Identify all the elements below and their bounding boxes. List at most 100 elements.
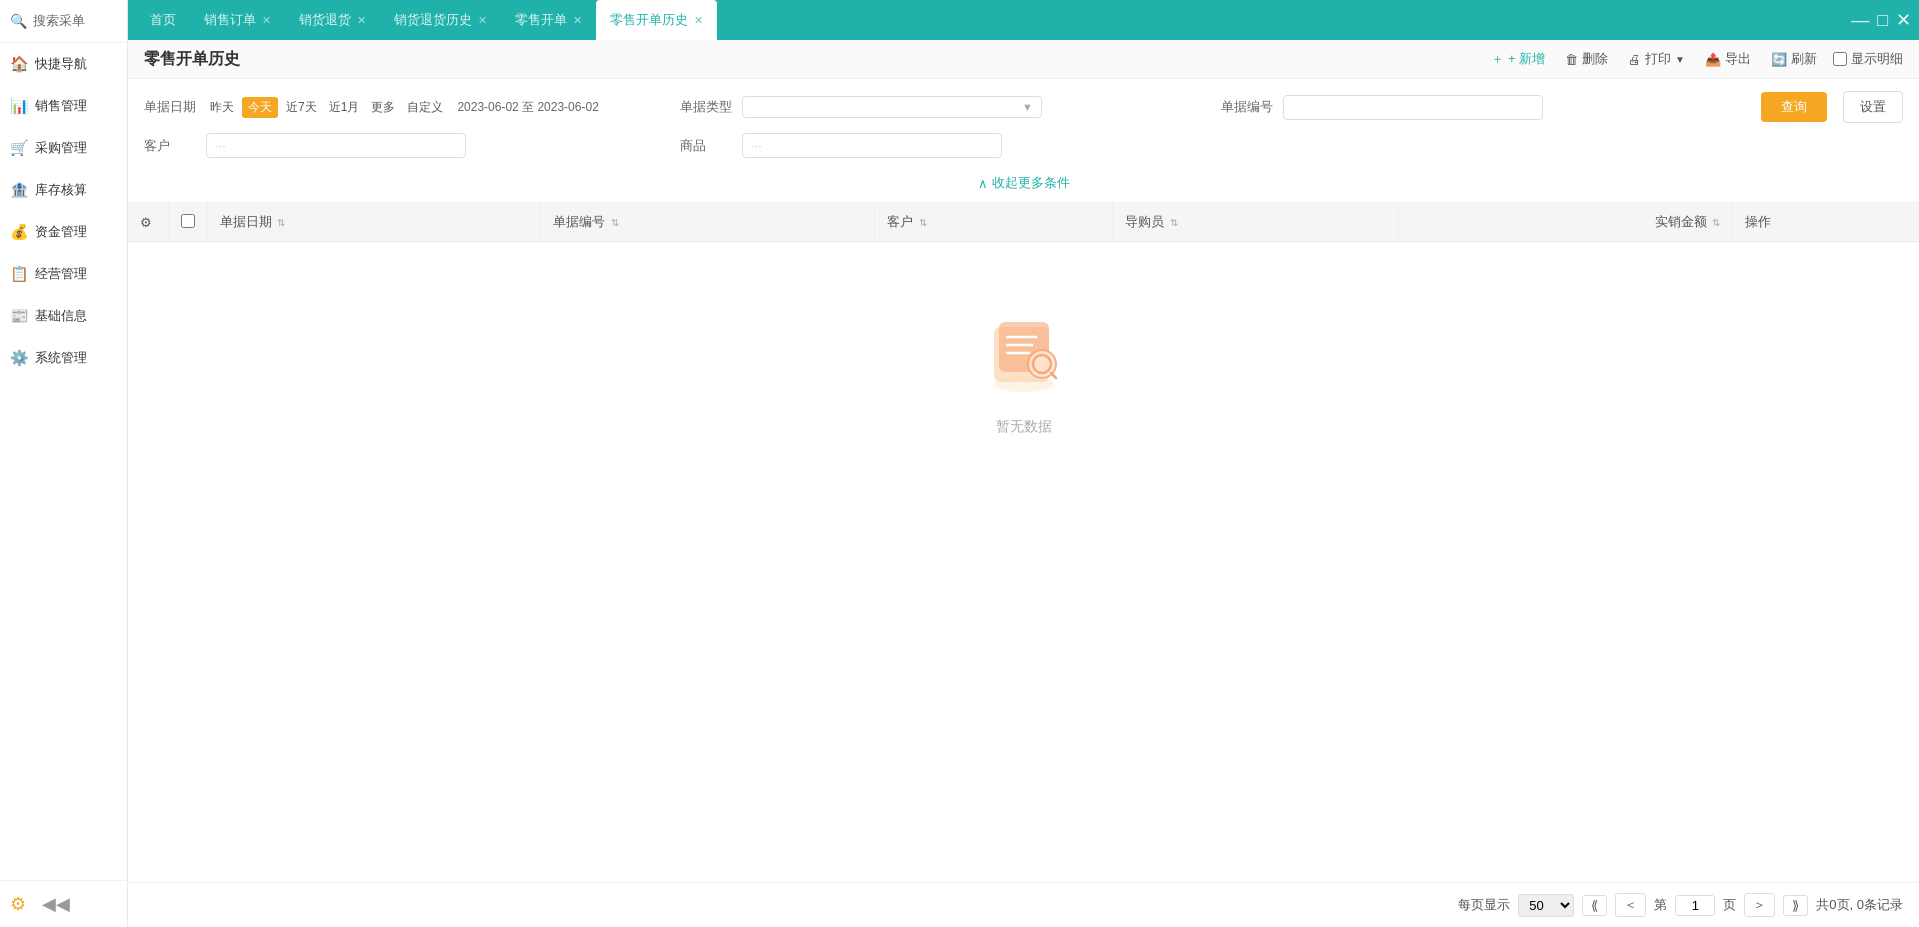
sort-icon: ⇅ [1712, 217, 1720, 228]
chart-icon: 📊 [10, 97, 29, 115]
prev-page-button[interactable]: ＜ [1615, 893, 1646, 917]
page-number-input[interactable] [1675, 895, 1715, 916]
filter-row-2: 客户 ··· 商品 ··· [144, 133, 1903, 158]
th-guide[interactable]: 导购员 ⇅ [1113, 203, 1399, 242]
filter-area: 单据日期 昨天 今天 近7天 近1月 更多 自定义 2023-06-02 至 2… [128, 79, 1919, 203]
first-page-button[interactable]: ⟪ [1582, 895, 1607, 916]
sidebar-bottom: ⚙ ◀◀ [0, 880, 127, 927]
tab-retail-open-history-label: 零售开单历史 [610, 11, 688, 29]
minimize-button[interactable]: — [1851, 10, 1869, 31]
bill-no-input[interactable] [1283, 95, 1543, 120]
next-page-button[interactable]: ＞ [1744, 893, 1775, 917]
close-icon[interactable]: ✕ [357, 14, 366, 27]
sidebar-item-label: 销售管理 [35, 97, 87, 115]
sidebar-item-label: 系统管理 [35, 349, 87, 367]
sidebar-item-label: 资金管理 [35, 223, 87, 241]
tab-sales-return-label: 销货退货 [299, 11, 351, 29]
customer-input[interactable]: ··· [206, 133, 466, 158]
date-opt-7days[interactable]: 近7天 [282, 97, 321, 118]
add-button[interactable]: ＋ + 新增 [1487, 48, 1549, 70]
th-bill-date[interactable]: 单据日期 ⇅ [207, 203, 541, 242]
th-action-label: 操作 [1745, 214, 1771, 229]
content-area: 零售开单历史 ＋ + 新增 🗑 删除 🖨 打印 ▼ 📤 导出 [128, 40, 1919, 927]
collapse-sidebar-button[interactable]: ◀◀ [42, 893, 70, 915]
collapse-filter-button[interactable]: ∧ 收起更多条件 [144, 168, 1903, 202]
display-detail-checkbox[interactable] [1833, 52, 1847, 66]
data-table: ⚙ 单据日期 ⇅ 单据编号 ⇅ [128, 203, 1919, 242]
bill-type-filter-group: 单据类型 ▼ [680, 96, 1205, 118]
export-label: 导出 [1725, 50, 1751, 68]
close-icon[interactable]: ✕ [262, 14, 271, 27]
tab-sales-return-history[interactable]: 销货退货历史 ✕ [380, 0, 501, 40]
search-icon: 🔍 [10, 13, 27, 29]
th-action: 操作 [1733, 203, 1919, 242]
th-bill-no[interactable]: 单据编号 ⇅ [541, 203, 875, 242]
bill-type-select[interactable]: ▼ [742, 96, 1042, 118]
select-all-checkbox[interactable] [181, 214, 195, 228]
goods-input[interactable]: ··· [742, 133, 1002, 158]
last-page-button[interactable]: ⟫ [1783, 895, 1808, 916]
per-page-label: 每页显示 [1458, 896, 1510, 914]
sidebar-item-purchase-mgmt[interactable]: 🛒 采购管理 [0, 127, 127, 169]
add-icon: ＋ [1491, 50, 1504, 68]
query-button[interactable]: 查询 [1761, 92, 1827, 122]
tab-sales-return[interactable]: 销货退货 ✕ [285, 0, 380, 40]
date-opt-1month[interactable]: 近1月 [325, 97, 364, 118]
th-amount-label: 实销金额 [1655, 214, 1707, 229]
empty-illustration [974, 302, 1074, 402]
date-filter-label: 单据日期 [144, 98, 200, 116]
close-icon[interactable]: ✕ [694, 14, 703, 27]
close-window-button[interactable]: ✕ [1896, 9, 1911, 31]
tab-retail-open-history[interactable]: 零售开单历史 ✕ [596, 0, 717, 40]
set-button[interactable]: 设置 [1843, 91, 1903, 123]
refresh-label: 刷新 [1791, 50, 1817, 68]
delete-button[interactable]: 🗑 删除 [1561, 48, 1612, 70]
date-opt-yesterday[interactable]: 昨天 [206, 97, 238, 118]
date-opt-custom[interactable]: 自定义 [403, 97, 447, 118]
svg-line-8 [1051, 373, 1056, 378]
gear-icon: ⚙️ [10, 349, 29, 367]
page-label-prefix: 第 [1654, 896, 1667, 914]
sidebar-item-operations[interactable]: 📋 经营管理 [0, 253, 127, 295]
print-label: 打印 [1645, 50, 1671, 68]
th-amount[interactable]: 实销金额 ⇅ [1399, 203, 1733, 242]
customer-filter-group: 客户 ··· [144, 133, 664, 158]
sidebar-item-quick-nav[interactable]: 🏠 快捷导航 [0, 43, 127, 85]
tab-home[interactable]: 首页 [136, 0, 190, 40]
sidebar-item-sales-mgmt[interactable]: 📊 销售管理 [0, 85, 127, 127]
goods-filter-group: 商品 ··· [680, 133, 1284, 158]
settings-button[interactable]: ⚙ [10, 893, 26, 915]
sidebar-item-sys-mgmt[interactable]: ⚙️ 系统管理 [0, 337, 127, 379]
th-customer[interactable]: 客户 ⇅ [875, 203, 1113, 242]
sidebar-item-inventory[interactable]: 🏦 库存核算 [0, 169, 127, 211]
toolbar-actions: ＋ + 新增 🗑 删除 🖨 打印 ▼ 📤 导出 🔄 [1487, 48, 1903, 70]
close-icon[interactable]: ✕ [478, 14, 487, 27]
date-opt-more[interactable]: 更多 [367, 97, 399, 118]
th-settings[interactable]: ⚙ [128, 203, 168, 242]
export-icon: 📤 [1705, 52, 1721, 67]
refresh-button[interactable]: 🔄 刷新 [1767, 48, 1821, 70]
display-detail-toggle[interactable]: 显示明细 [1833, 50, 1903, 68]
tab-sales-order[interactable]: 销售订单 ✕ [190, 0, 285, 40]
export-button[interactable]: 📤 导出 [1701, 48, 1755, 70]
per-page-select[interactable]: 50 10 20 100 [1518, 894, 1574, 917]
tab-retail-open[interactable]: 零售开单 ✕ [501, 0, 596, 40]
sidebar: 🔍 搜索采单 🏠 快捷导航 📊 销售管理 🛒 采购管理 🏦 库存核算 💰 资金管… [0, 0, 128, 927]
sort-icon: ⇅ [611, 217, 619, 228]
maximize-button[interactable]: □ [1877, 10, 1888, 31]
settings-icon[interactable]: ⚙ [140, 215, 152, 230]
sidebar-item-basic-info[interactable]: 📰 基础信息 [0, 295, 127, 337]
sidebar-search[interactable]: 🔍 搜索采单 [0, 0, 127, 43]
print-button[interactable]: 🖨 打印 ▼ [1624, 48, 1689, 70]
date-opt-today[interactable]: 今天 [242, 97, 278, 118]
sort-icon: ⇅ [277, 217, 285, 228]
close-icon[interactable]: ✕ [573, 14, 582, 27]
th-checkbox[interactable] [168, 203, 207, 242]
th-guide-label: 导购员 [1125, 214, 1164, 229]
customer-dots: ··· [215, 138, 226, 153]
tab-bar: 首页 销售订单 ✕ 销货退货 ✕ 销货退货历史 ✕ 零售开单 ✕ 零售开单历史 … [128, 0, 1919, 40]
collapse-filter-label: 收起更多条件 [992, 174, 1070, 192]
table-header: ⚙ 单据日期 ⇅ 单据编号 ⇅ [128, 203, 1919, 242]
sidebar-item-finance[interactable]: 💰 资金管理 [0, 211, 127, 253]
th-customer-label: 客户 [887, 214, 913, 229]
